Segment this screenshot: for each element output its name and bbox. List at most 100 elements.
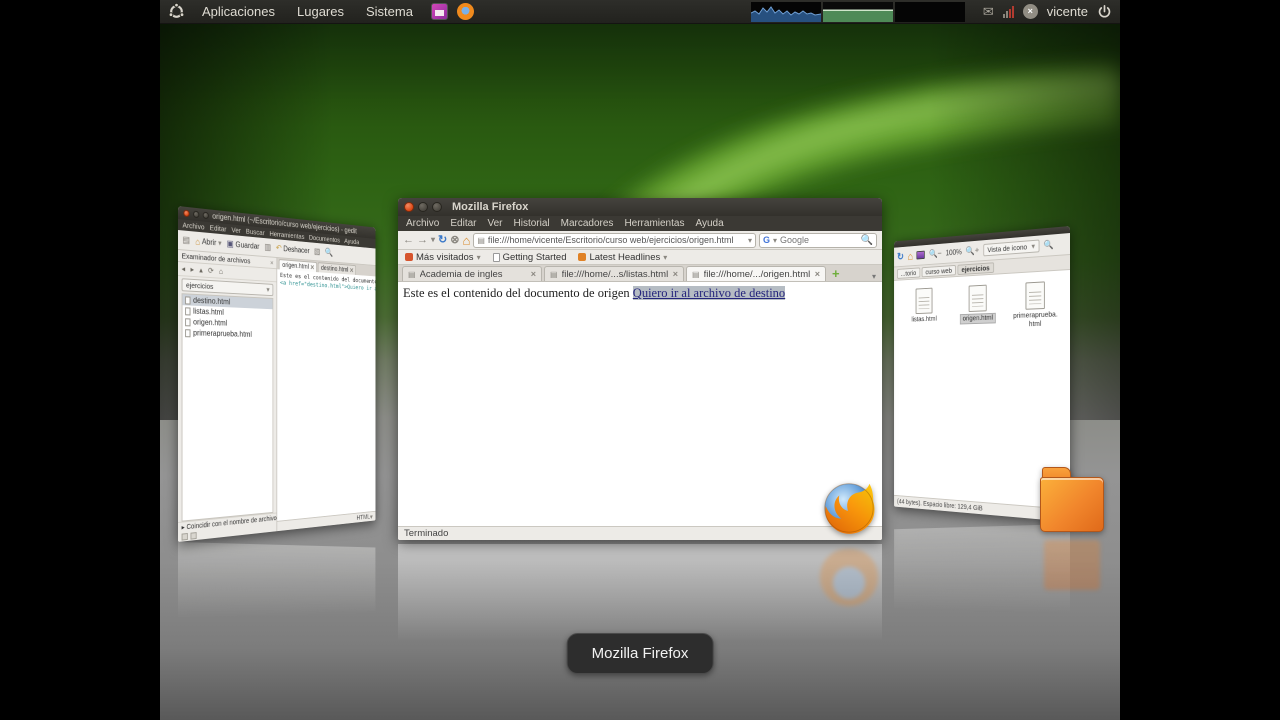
messages-indicator-icon[interactable]: ✉ (983, 4, 994, 20)
ff-menu-marcadores[interactable]: Marcadores (561, 218, 614, 229)
user-status-icon[interactable]: × (1022, 4, 1038, 19)
gedit-menu-buscar[interactable]: Buscar (246, 227, 265, 237)
history-dropdown-icon[interactable]: ▾ (431, 236, 435, 244)
bookmarks-toolbar: Más visitados ▾ Getting Started Latest H… (398, 250, 882, 265)
gedit-menu-editar[interactable]: Editar (210, 223, 227, 233)
close-button[interactable] (183, 209, 190, 218)
tab-origen[interactable]: ▤ file:///home/.../origen.html × (686, 266, 826, 281)
gedit-menu-ayuda[interactable]: Ayuda (344, 237, 359, 246)
search-icon[interactable]: 🔍 (325, 247, 333, 258)
refresh-icon[interactable]: ↻ (438, 234, 447, 246)
ff-menu-herramientas[interactable]: Herramientas (624, 218, 684, 229)
nav-back-icon[interactable]: ◂ (182, 264, 186, 273)
ff-menu-historial[interactable]: Historial (514, 218, 550, 229)
tab-listas[interactable]: ▤ file:///home/...s/listas.html × (544, 266, 684, 281)
maximize-button[interactable] (202, 211, 209, 220)
gedit-window[interactable]: origen.html (~/Escritorio/curso web/ejer… (178, 206, 376, 542)
drawing-app-icon[interactable] (430, 3, 448, 20)
bookmark-getting-started[interactable]: Getting Started (492, 252, 566, 263)
language-mode-selector[interactable]: HTML (357, 514, 370, 522)
system-monitor-applets[interactable] (750, 1, 965, 22)
undo-button[interactable]: ↶ Deshacer (276, 243, 310, 256)
firefox-statusbar: Terminado (398, 526, 882, 540)
url-dropdown-icon[interactable]: ▾ (748, 236, 752, 245)
gedit-editor: origen.html × destino.html × Este es el … (277, 258, 376, 532)
file-icon (185, 295, 191, 305)
close-icon[interactable]: × (815, 269, 820, 279)
close-icon[interactable]: × (350, 266, 354, 275)
minimize-button[interactable] (418, 202, 428, 212)
close-panel-icon[interactable]: × (270, 258, 273, 267)
search-box[interactable]: G ▾ 🔍 (759, 232, 877, 248)
file-row-primeraprueba[interactable]: primeraprueba.html (182, 327, 272, 340)
breadcrumb-escritorio[interactable]: ...torio (897, 266, 921, 279)
cpu-graph-applet[interactable] (750, 1, 821, 22)
open-button[interactable]: ⌂ Abrir ▾ (195, 236, 221, 248)
home-icon[interactable]: ⌂ (908, 249, 913, 262)
search-engine-dropdown-icon[interactable]: ▾ (773, 236, 777, 245)
nav-home-icon[interactable]: ⌂ (219, 267, 223, 276)
print-icon[interactable]: ▥ (264, 242, 271, 253)
ubuntu-logo-icon[interactable] (168, 3, 185, 20)
tab-academia[interactable]: ▤ Academia de ingles × (402, 266, 542, 281)
url-input[interactable] (487, 235, 745, 245)
nav-refresh-icon[interactable]: ⟳ (208, 266, 214, 275)
page-content[interactable]: Este es el contenido del documento de or… (398, 282, 882, 526)
browser-panel-icon[interactable] (190, 532, 197, 540)
search-go-icon[interactable]: 🔍 (861, 235, 873, 246)
nav-up-icon[interactable]: ▴ (199, 266, 203, 275)
zoom-in-icon[interactable]: 🔍+ (966, 245, 979, 256)
close-button[interactable] (404, 202, 414, 212)
close-icon[interactable]: × (310, 262, 314, 271)
forward-icon[interactable]: → (417, 234, 428, 246)
close-icon[interactable]: × (531, 269, 536, 279)
stop-icon[interactable]: ⊗ (450, 234, 459, 246)
menu-sistema[interactable]: Sistema (357, 2, 422, 21)
memory-graph-applet[interactable] (822, 1, 893, 22)
editor-text-area[interactable]: Este es el contenido del documento de or… (277, 269, 376, 521)
firefox-panel-icon[interactable] (456, 3, 474, 20)
gedit-menu-ver[interactable]: Ver (231, 225, 240, 235)
chevron-down-icon: ▾ (663, 252, 668, 262)
url-bar[interactable]: ▤ ▾ (473, 232, 756, 248)
text-panel-icon[interactable] (181, 532, 188, 541)
new-tab-button[interactable]: + (828, 266, 844, 281)
file-listas[interactable]: listas.html (904, 287, 944, 324)
file-origen[interactable]: origen.html (957, 284, 999, 325)
ff-menu-ayuda[interactable]: Ayuda (695, 218, 723, 229)
page-link-selected[interactable]: Quiero ir al archivo de destino (632, 286, 786, 300)
power-icon[interactable] (1097, 4, 1112, 19)
network-signal-icon[interactable] (1002, 5, 1014, 18)
firefox-titlebar[interactable]: Mozilla Firefox (398, 198, 882, 216)
paste-icon[interactable]: ▧ (314, 246, 320, 257)
list-all-tabs-icon[interactable]: ▾ (872, 272, 878, 281)
minimize-button[interactable] (193, 210, 200, 219)
search-icon[interactable]: 🔍 (1044, 239, 1054, 251)
username-label[interactable]: vicente (1047, 4, 1088, 19)
nav-forward-icon[interactable]: ▸ (190, 265, 194, 274)
bookmark-most-visited[interactable]: Más visitados ▾ (405, 252, 481, 263)
menu-lugares[interactable]: Lugares (288, 2, 353, 21)
maximize-button[interactable] (432, 202, 442, 212)
home-icon[interactable]: ⌂ (462, 234, 470, 247)
ff-menu-editar[interactable]: Editar (450, 218, 476, 229)
close-icon[interactable]: × (673, 269, 678, 279)
reload-icon[interactable]: ↻ (897, 251, 904, 262)
bookmark-latest-headlines[interactable]: Latest Headlines ▾ (578, 252, 667, 263)
zoom-out-icon[interactable]: 🔍− (929, 248, 942, 259)
ff-menu-ver[interactable]: Ver (487, 218, 502, 229)
firefox-menubar: Archivo Editar Ver Historial Marcadores … (398, 216, 882, 231)
breadcrumb-curso-web[interactable]: curso web (921, 264, 956, 277)
computer-icon[interactable] (916, 250, 926, 260)
search-input[interactable] (780, 235, 858, 245)
network-graph-applet[interactable] (894, 1, 965, 22)
view-mode-dropdown[interactable]: Vista de icono ▾ (983, 239, 1040, 257)
menu-aplicaciones[interactable]: Aplicaciones (193, 2, 284, 21)
back-icon[interactable]: ← (403, 234, 414, 246)
breadcrumb-ejercicios[interactable]: ejercicios (957, 261, 994, 275)
save-button[interactable]: ▣ Guardar (227, 238, 260, 251)
firefox-window[interactable]: Mozilla Firefox Archivo Editar Ver Histo… (398, 198, 882, 540)
ff-menu-archivo[interactable]: Archivo (406, 218, 439, 229)
file-primeraprueba[interactable]: primeraprueba. html (1013, 281, 1059, 329)
new-document-icon[interactable]: ▤ (182, 234, 190, 246)
